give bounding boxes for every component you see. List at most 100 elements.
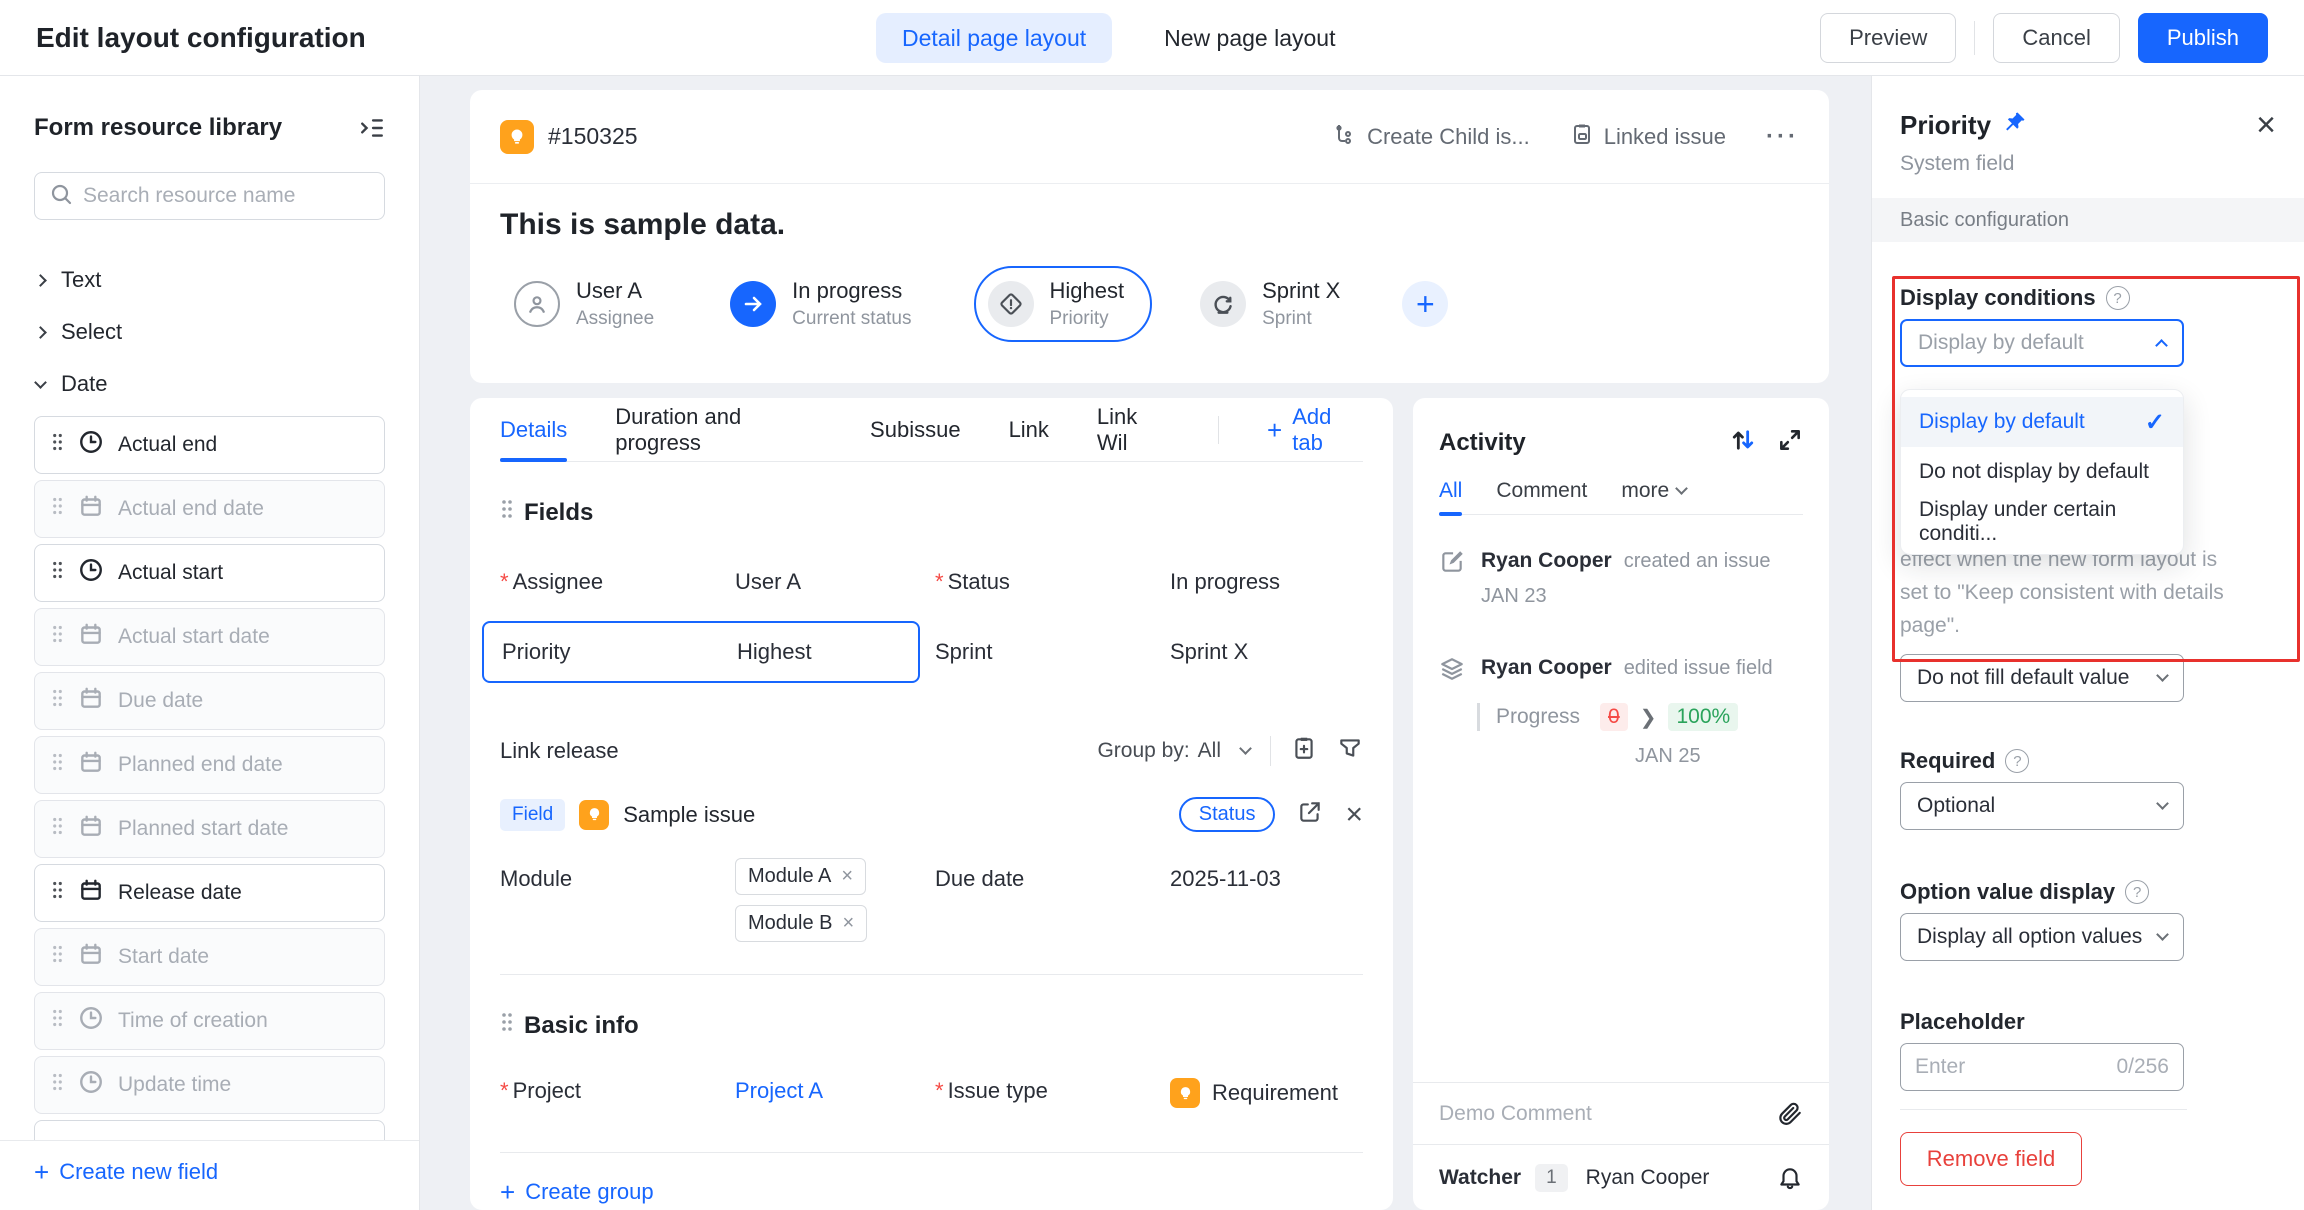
publish-button[interactable]: Publish <box>2137 12 2268 63</box>
module-chip[interactable]: Module A × <box>735 858 867 895</box>
filter-release-icon[interactable] <box>1337 735 1363 767</box>
field-item[interactable]: Update time <box>34 1056 385 1114</box>
tab-duration-and-progress[interactable]: Duration and progress <box>615 398 822 462</box>
field-item[interactable]: Actual end date <box>34 480 385 538</box>
remove-linked-issue-icon[interactable]: × <box>1345 799 1363 830</box>
activity-tab-more[interactable]: more <box>1621 467 1689 515</box>
dropdown-option-display-under-conditions[interactable]: Display under certain conditi... <box>1901 497 2183 547</box>
resource-search[interactable] <box>34 172 385 220</box>
add-field-chip-button[interactable]: + <box>1402 281 1449 327</box>
paperclip-icon[interactable] <box>1777 1101 1803 1127</box>
field-change-row: Progress 0 ❯ 100% <box>1477 703 1803 731</box>
sort-order-icon[interactable] <box>1729 426 1757 459</box>
required-select[interactable]: Optional <box>1900 782 2184 830</box>
field-item[interactable]: Start date <box>34 928 385 986</box>
add-release-icon[interactable] <box>1291 735 1317 767</box>
due-date-field-value[interactable]: 2025-11-03 <box>1170 866 1363 892</box>
old-value: 0 <box>1600 703 1628 731</box>
remove-chip-icon[interactable]: × <box>841 865 853 888</box>
issue-type-field-value[interactable]: Requirement <box>1170 1078 1363 1108</box>
display-conditions-select[interactable]: Display by default <box>1900 319 2184 367</box>
assignee-field-value[interactable]: User A <box>735 569 935 595</box>
priority-chip[interactable]: Highest Priority <box>973 266 1153 342</box>
drag-handle-icon <box>51 879 64 907</box>
plus-icon: + <box>1267 414 1283 445</box>
status-pill-button[interactable]: Status <box>1178 797 1276 832</box>
linked-issue-button[interactable]: Linked issue <box>1570 122 1726 152</box>
remove-field-button[interactable]: Remove field <box>1900 1132 2082 1186</box>
help-icon[interactable]: ? <box>2125 880 2150 904</box>
drag-handle-icon <box>51 751 64 779</box>
tree-group-select[interactable]: Select <box>34 306 385 358</box>
comment-placeholder: Demo Comment <box>1439 1101 1592 1125</box>
option-value-display-select[interactable]: Display all option values <box>1900 913 2184 961</box>
sample-issue-title[interactable]: Sample issue <box>623 802 755 828</box>
status-field-value[interactable]: In progress <box>1170 569 1363 595</box>
open-in-new-icon[interactable] <box>1297 799 1323 830</box>
assignee-chip[interactable]: User A Assignee <box>500 266 682 342</box>
tab-new-page-layout[interactable]: New page layout <box>1138 13 1361 63</box>
tab-details[interactable]: Details <box>500 398 568 462</box>
activity-tab-comment[interactable]: Comment <box>1496 467 1587 515</box>
tab-detail-page-layout[interactable]: Detail page layout <box>876 13 1113 63</box>
close-panel-icon[interactable]: × <box>2256 108 2276 142</box>
default-value-select[interactable]: Do not fill default value <box>1900 654 2184 702</box>
summary-chips: User A Assignee In progress Current status… <box>500 266 1799 342</box>
status-chip[interactable]: In progress Current status <box>716 266 939 342</box>
project-field-value[interactable]: Project A <box>735 1078 935 1104</box>
dropdown-option-display-by-default[interactable]: Display by default ✓ <box>1901 397 2183 447</box>
field-item[interactable]: Actual end <box>34 416 385 474</box>
help-icon[interactable]: ? <box>2005 749 2030 773</box>
cancel-button[interactable]: Cancel <box>1993 12 2120 63</box>
display-conditions-dropdown: Display by default ✓ Do not display by d… <box>1900 389 2184 555</box>
drag-handle-icon <box>51 943 64 971</box>
field-item[interactable] <box>34 1120 385 1140</box>
priority-field-selected[interactable]: Priority Highest <box>482 621 920 683</box>
module-chip[interactable]: Module B × <box>735 905 868 942</box>
drag-handle-icon[interactable] <box>500 1011 514 1040</box>
sprint-field-label: Sprint <box>935 639 993 664</box>
tab-subissue[interactable]: Subissue <box>870 398 961 462</box>
drag-handle-icon <box>51 623 64 651</box>
placeholder-input[interactable] <box>1915 1055 2085 1079</box>
collapse-panel-icon[interactable] <box>359 115 385 141</box>
toolbar-divider <box>1270 736 1271 766</box>
chevron-down-icon <box>2156 669 2169 682</box>
pin-icon[interactable] <box>2003 110 2027 141</box>
add-tab-button[interactable]: + Add tab <box>1267 404 1363 456</box>
field-item[interactable]: Planned end date <box>34 736 385 794</box>
create-new-field-link[interactable]: + Create new field <box>34 1159 218 1185</box>
bell-icon[interactable] <box>1777 1165 1803 1191</box>
field-item[interactable]: Release date <box>34 864 385 922</box>
dropdown-option-do-not-display[interactable]: Do not display by default <box>1901 447 2183 497</box>
tab-link-wil[interactable]: Link Wil <box>1097 398 1170 462</box>
expand-panel-icon[interactable] <box>1777 427 1803 458</box>
check-icon: ✓ <box>2144 408 2165 436</box>
watcher-row: Watcher 1 Ryan Cooper <box>1413 1144 1829 1210</box>
field-item[interactable]: Actual start date <box>34 608 385 666</box>
field-item[interactable]: Planned start date <box>34 800 385 858</box>
drag-handle-icon <box>51 1071 64 1099</box>
field-item[interactable]: Actual start <box>34 544 385 602</box>
activity-tab-all[interactable]: All <box>1439 467 1463 516</box>
drag-handle-icon[interactable] <box>500 498 514 527</box>
sprint-chip[interactable]: Sprint X Sprint <box>1186 266 1368 342</box>
help-icon[interactable]: ? <box>2105 286 2130 310</box>
more-icon[interactable]: ··· <box>1766 123 1799 151</box>
field-item[interactable]: Due date <box>34 672 385 730</box>
group-by-value[interactable]: All <box>1198 739 1221 763</box>
activity-date: JAN 25 <box>1635 745 1701 767</box>
sprint-field-value[interactable]: Sprint X <box>1170 639 1248 665</box>
preview-button[interactable]: Preview <box>1820 12 1957 63</box>
comment-input-row[interactable]: Demo Comment <box>1413 1082 1829 1144</box>
tab-link[interactable]: Link <box>1009 398 1049 462</box>
field-item[interactable]: Time of creation <box>34 992 385 1050</box>
remove-chip-icon[interactable]: × <box>843 912 855 935</box>
create-child-issue-button[interactable]: Create Child is... <box>1333 122 1530 152</box>
arrow-right-icon <box>730 281 777 327</box>
search-input[interactable] <box>83 184 370 208</box>
create-group-link[interactable]: + Create group <box>500 1179 654 1205</box>
tree-group-date[interactable]: Date <box>34 358 385 410</box>
module-field-label: Module <box>500 866 573 891</box>
tree-group-text[interactable]: Text <box>34 254 385 306</box>
